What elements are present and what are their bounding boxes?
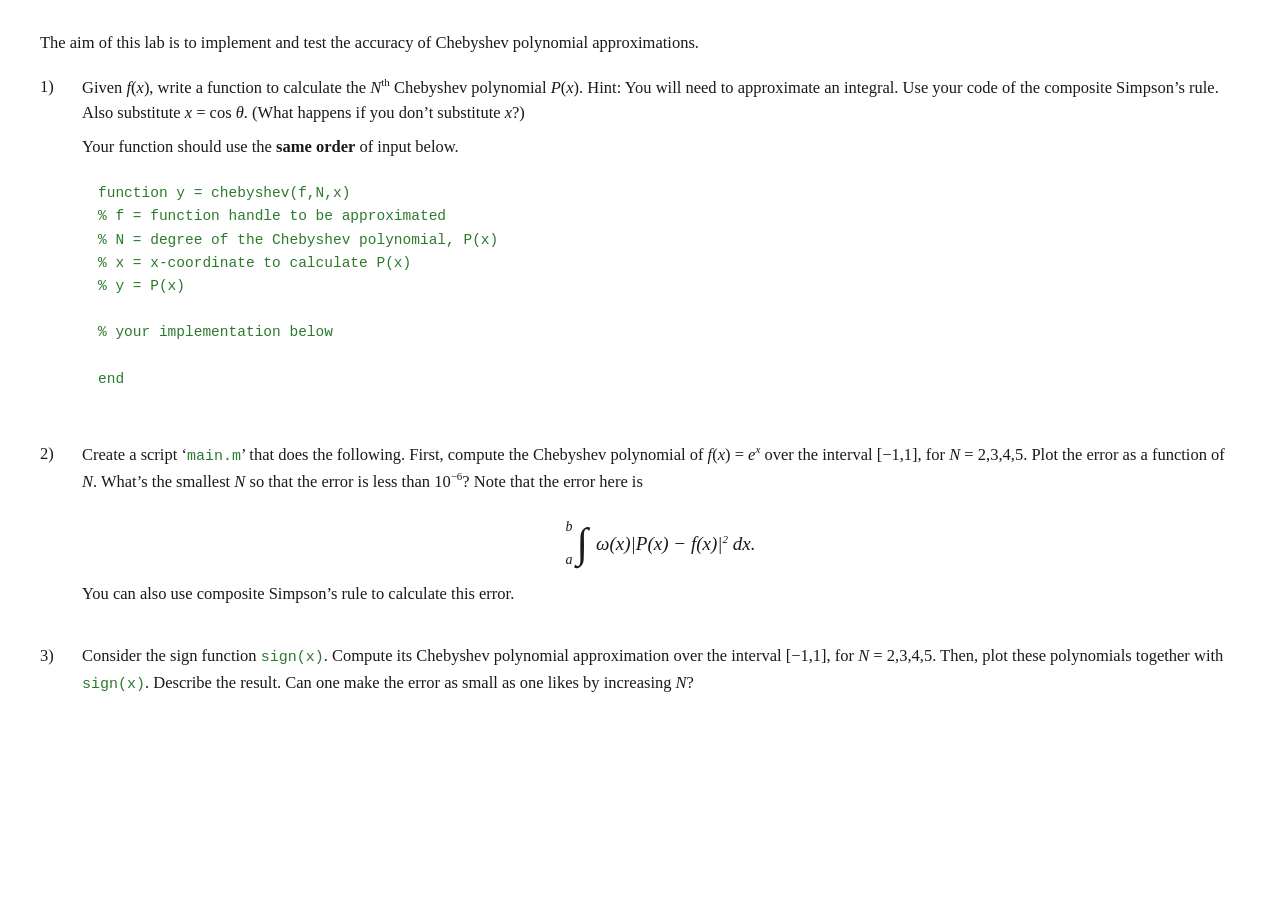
code-line-4: % x = x-coordinate to calculate P(x): [98, 255, 411, 271]
integral-body: ω(x)|P(x) − f(x)|2 dx.: [596, 529, 755, 558]
same-order-label: same order: [276, 137, 355, 156]
integral-upper: b: [566, 516, 573, 538]
item2-para2: You can also use composite Simpson’s rul…: [82, 581, 1239, 607]
item3-para1: Consider the sign function sign(x). Comp…: [82, 643, 1239, 696]
item1-para1: Given f(x), write a function to calculat…: [82, 74, 1239, 127]
code-line-6: % your implementation below: [98, 324, 333, 340]
item-content-1: Given f(x), write a function to calculat…: [82, 74, 1239, 413]
item-number-1: 1): [40, 74, 82, 100]
code-line-2: % f = function handle to be approximated: [98, 208, 446, 224]
intro-paragraph: The aim of this lab is to implement and …: [40, 30, 1239, 56]
code-line-3: % N = degree of the Chebyshev polynomial…: [98, 232, 498, 248]
sign-x-label-2: sign(x): [82, 676, 145, 693]
code-line-5: % y = P(x): [98, 278, 185, 294]
item-number-3: 3): [40, 643, 82, 669]
item1-para2: Your function should use the same order …: [82, 134, 1239, 160]
list-item-2: 2) Create a script ‘main.m’ that does th…: [40, 441, 1239, 615]
list-item-3: 3) Consider the sign function sign(x). C…: [40, 643, 1239, 704]
sign-x-label: sign(x): [261, 649, 324, 666]
list-item-1: 1) Given f(x), write a function to calcu…: [40, 74, 1239, 413]
code-line-7: end: [98, 371, 124, 387]
item-content-2: Create a script ‘main.m’ that does the f…: [82, 441, 1239, 615]
integral-sign: ∫: [577, 522, 589, 564]
item-content-3: Consider the sign function sign(x). Comp…: [82, 643, 1239, 704]
math-formula: b a ∫ ω(x)|P(x) − f(x)|2 dx.: [82, 509, 1239, 571]
item2-para1: Create a script ‘main.m’ that does the f…: [82, 441, 1239, 495]
integral-lower: a: [566, 549, 573, 571]
main-m-label: main.m: [187, 447, 241, 464]
code-block-1: function y = chebyshev(f,N,x) % f = func…: [82, 170, 1239, 403]
integral-expression: b a ∫ ω(x)|P(x) − f(x)|2 dx.: [566, 516, 756, 571]
item-number-2: 2): [40, 441, 82, 467]
fx-notation: f: [126, 77, 131, 96]
code-line-1: function y = chebyshev(f,N,x): [98, 185, 350, 201]
